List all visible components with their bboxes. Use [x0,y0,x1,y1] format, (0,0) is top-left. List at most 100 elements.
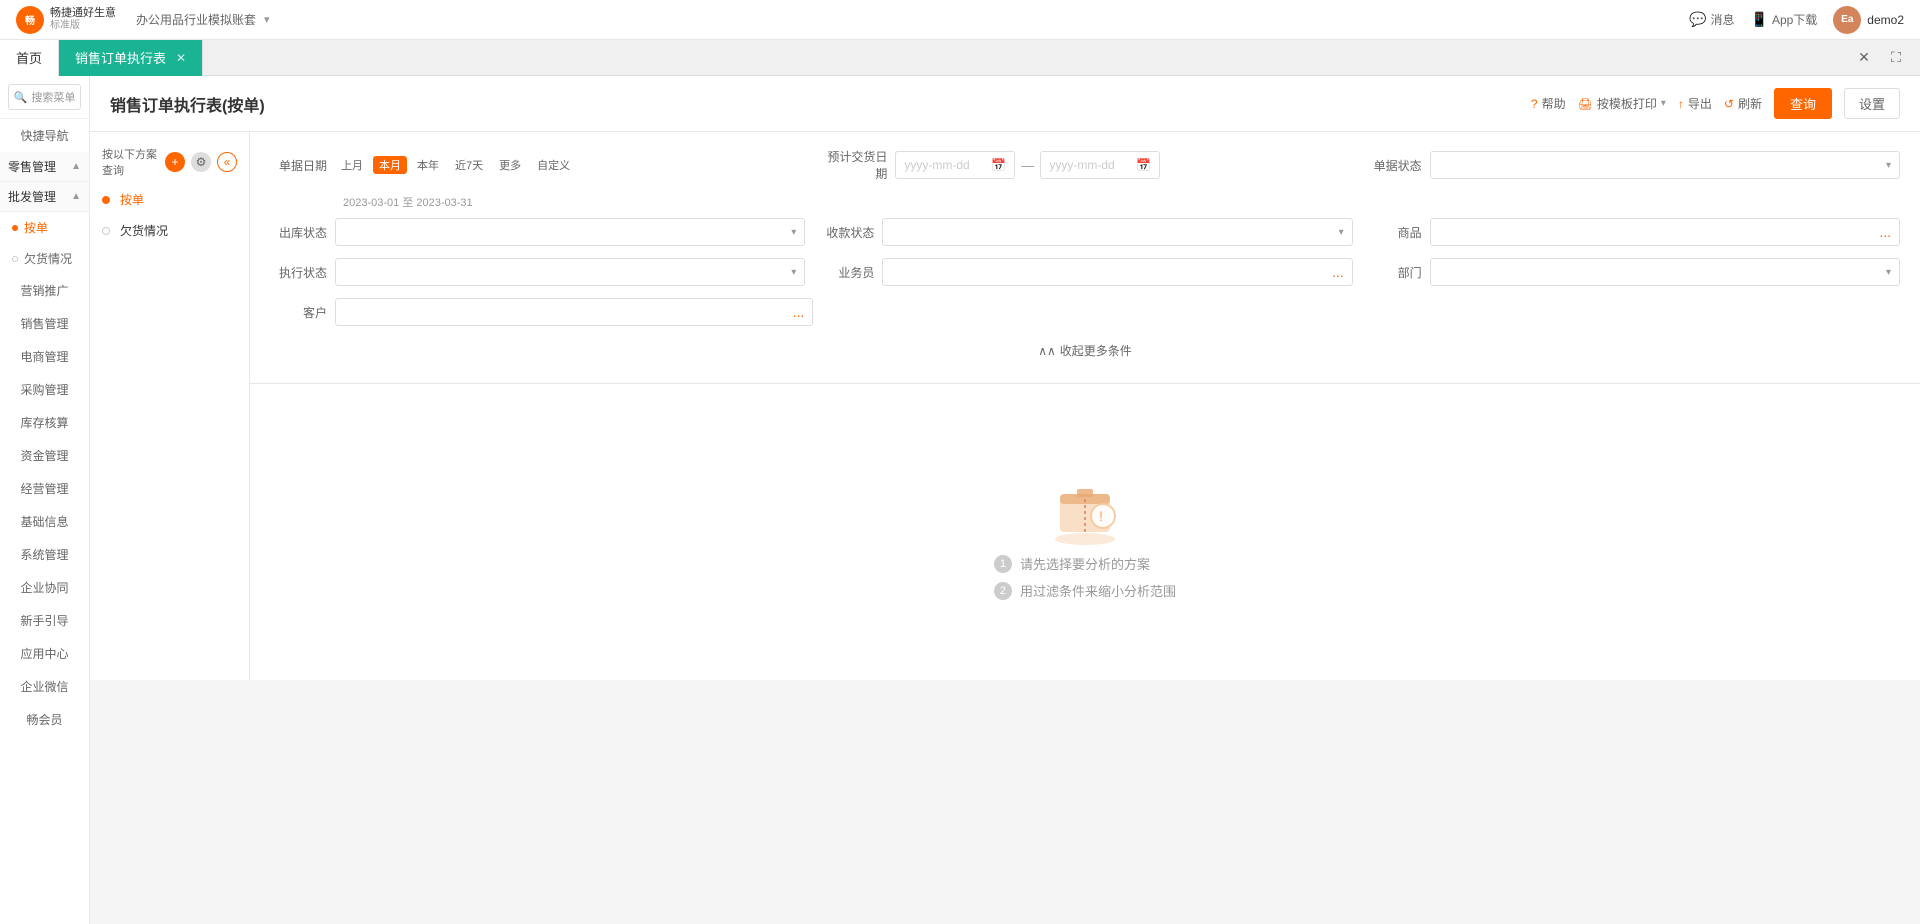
date-tab-more[interactable]: 更多 [493,155,527,175]
date-separator: — [1021,158,1034,173]
svg-text:!: ! [1099,508,1103,524]
customer-label: 客户 [270,304,335,321]
sidebar-item-wechat[interactable]: 企业微信 [0,670,89,703]
sidebar-section-retail[interactable]: 零售管理 ▲ [0,152,89,182]
search-icon: 🔍 [14,91,28,104]
date-tab-custom[interactable]: 自定义 [531,155,576,175]
sidebar-item-operation[interactable]: 经营管理 [0,472,89,505]
sidebar-item-member[interactable]: 畅会员 [0,703,89,736]
sidebar-item-basic[interactable]: 基础信息 [0,505,89,538]
salesperson-select[interactable]: ... [882,258,1352,286]
window-title-dropdown-icon[interactable]: ▾ [264,13,270,26]
logo-abbr: 畅 [25,12,35,27]
print-dropdown-icon[interactable]: ▾ [1661,98,1666,109]
delivery-date-end[interactable]: yyyy-mm-dd 📅 [1040,151,1160,179]
logo-area: 畅 畅捷通好生意 标准版 [16,6,116,34]
newbie-label: 新手引导 [20,614,68,628]
sidebar-item-inventory[interactable]: 库存核算 [0,406,89,439]
dept-arrow-icon: ▾ [1886,267,1891,278]
sidebar-search-area: 🔍 搜索菜单 [0,76,89,119]
salesperson-label: 业务员 [817,264,882,281]
settings-button[interactable]: 设置 [1844,88,1900,119]
delivery-status-select[interactable]: ▾ [335,218,805,246]
app-download-button[interactable]: 📱 App下载 [1751,11,1818,28]
sidebar-item-collab[interactable]: 企业协同 [0,571,89,604]
print-button[interactable]: 🖨 按模板打印 ▾ [1578,95,1666,112]
left-panel-item-debt[interactable]: 欠货情况 [90,215,249,246]
settings-scheme-button[interactable]: ⚙ [191,152,211,172]
tabbar-actions: ✕ ⛶ [1852,46,1920,70]
empty-tip-2: 2 用过滤条件来缩小分析范围 [994,581,1176,600]
date-tab-thismonth[interactable]: 本月 [373,156,407,174]
tab-close-icon[interactable]: ✕ [176,51,186,65]
salesperson-dots-icon[interactable]: ... [1332,264,1344,280]
customer-select[interactable]: ... [335,298,813,326]
date-range-display: 2023-03-01 至 2023-03-31 [343,194,1900,210]
download-icon: 📱 [1751,11,1768,28]
user-avatar: Ea [1833,6,1861,34]
add-scheme-button[interactable]: + [165,152,185,172]
ecommerce-label: 电商管理 [20,350,68,364]
payment-status-select[interactable]: ▾ [882,218,1352,246]
date-tab-7days[interactable]: 近7天 [449,155,489,175]
tab-home[interactable]: 首页 [0,40,59,76]
print-icon: 🖨 [1578,97,1593,111]
content-with-panel: 按以下方案查询 + ⚙ « 按单 欠货情况 [90,132,1920,680]
user-name: demo2 [1867,13,1904,27]
goods-dots-icon[interactable]: ... [1879,224,1891,240]
message-icon: 💬 [1689,11,1706,28]
filter-row-1: 单据日期 上月 本月 本年 近7天 更多 自定义 [270,148,1900,182]
message-button[interactable]: 💬 消息 [1689,11,1734,28]
main-layout: 🔍 搜索菜单 快捷导航 零售管理 ▲ 批发管理 ▲ 按单 欠货情况 营销推广 [0,76,1920,924]
exec-status-select[interactable]: ▾ [335,258,805,286]
sidebar-item-marketing[interactable]: 营销推广 [0,274,89,307]
goods-label: 商品 [1365,224,1430,241]
maximize-window-button[interactable]: ⛶ [1884,46,1908,70]
close-window-button[interactable]: ✕ [1852,46,1876,70]
content-area: 单据日期 上月 本月 本年 近7天 更多 自定义 [250,132,1920,680]
user-area[interactable]: Ea demo2 [1833,6,1904,34]
date-tab-thisyear[interactable]: 本年 [411,155,445,175]
sidebar-item-sales[interactable]: 销售管理 [0,307,89,340]
goods-select[interactable]: ... [1430,218,1900,246]
customer-dots-icon[interactable]: ... [793,304,805,320]
content: 销售订单执行表(按单) ? 帮助 🖨 按模板打印 ▾ ↑ 导出 ↺ 刷新 [90,76,1920,924]
app-download-label: App下载 [1772,11,1817,28]
left-panel-item-orders[interactable]: 按单 [90,184,249,215]
help-label: 帮助 [1542,95,1566,112]
export-icon: ↑ [1678,97,1684,111]
dept-select[interactable]: ▾ [1430,258,1900,286]
sidebar-item-purchase[interactable]: 采购管理 [0,373,89,406]
refresh-button[interactable]: ↺ 刷新 [1724,95,1762,112]
left-panel: 按以下方案查询 + ⚙ « 按单 欠货情况 [90,132,250,680]
collapse-label: 收起更多条件 [1060,342,1132,359]
sidebar-search-button[interactable]: 🔍 搜索菜单 [8,84,81,110]
finance-label: 资金管理 [20,449,68,463]
sidebar-item-debt[interactable]: 欠货情况 [0,243,89,274]
sales-label: 销售管理 [20,317,68,331]
sidebar-item-appstore[interactable]: 应用中心 [0,637,89,670]
date-tab-lastmonth[interactable]: 上月 [335,155,369,175]
sidebar-item-quicknav[interactable]: 快捷导航 [0,119,89,152]
tab-sales-exec[interactable]: 销售订单执行表 ✕ [59,40,203,76]
status-select[interactable]: ▾ [1430,151,1900,179]
sidebar-item-newbie[interactable]: 新手引导 [0,604,89,637]
purchase-label: 采购管理 [20,383,68,397]
page-title: 销售订单执行表(按单) [110,92,265,116]
sidebar-item-orders[interactable]: 按单 [0,212,89,243]
sidebar-item-ecommerce[interactable]: 电商管理 [0,340,89,373]
export-button[interactable]: ↑ 导出 [1678,95,1712,112]
sidebar-section-wholesale[interactable]: 批发管理 ▲ [0,182,89,212]
search-button[interactable]: 查询 [1774,88,1832,119]
help-button[interactable]: ? 帮助 [1531,95,1566,112]
collapse-panel-button[interactable]: « [217,152,237,172]
collapse-filters-button[interactable]: ∧∧ 收起更多条件 [270,334,1900,367]
refresh-icon: ↺ [1724,97,1734,111]
collab-label: 企业协同 [20,581,68,595]
tab-sales-exec-label: 销售订单执行表 [75,48,166,67]
left-panel-debt-label: 欠货情况 [120,222,168,239]
orders-dot-icon [102,196,110,204]
sidebar-item-finance[interactable]: 资金管理 [0,439,89,472]
delivery-date-start[interactable]: yyyy-mm-dd 📅 [895,151,1015,179]
sidebar-item-system[interactable]: 系统管理 [0,538,89,571]
